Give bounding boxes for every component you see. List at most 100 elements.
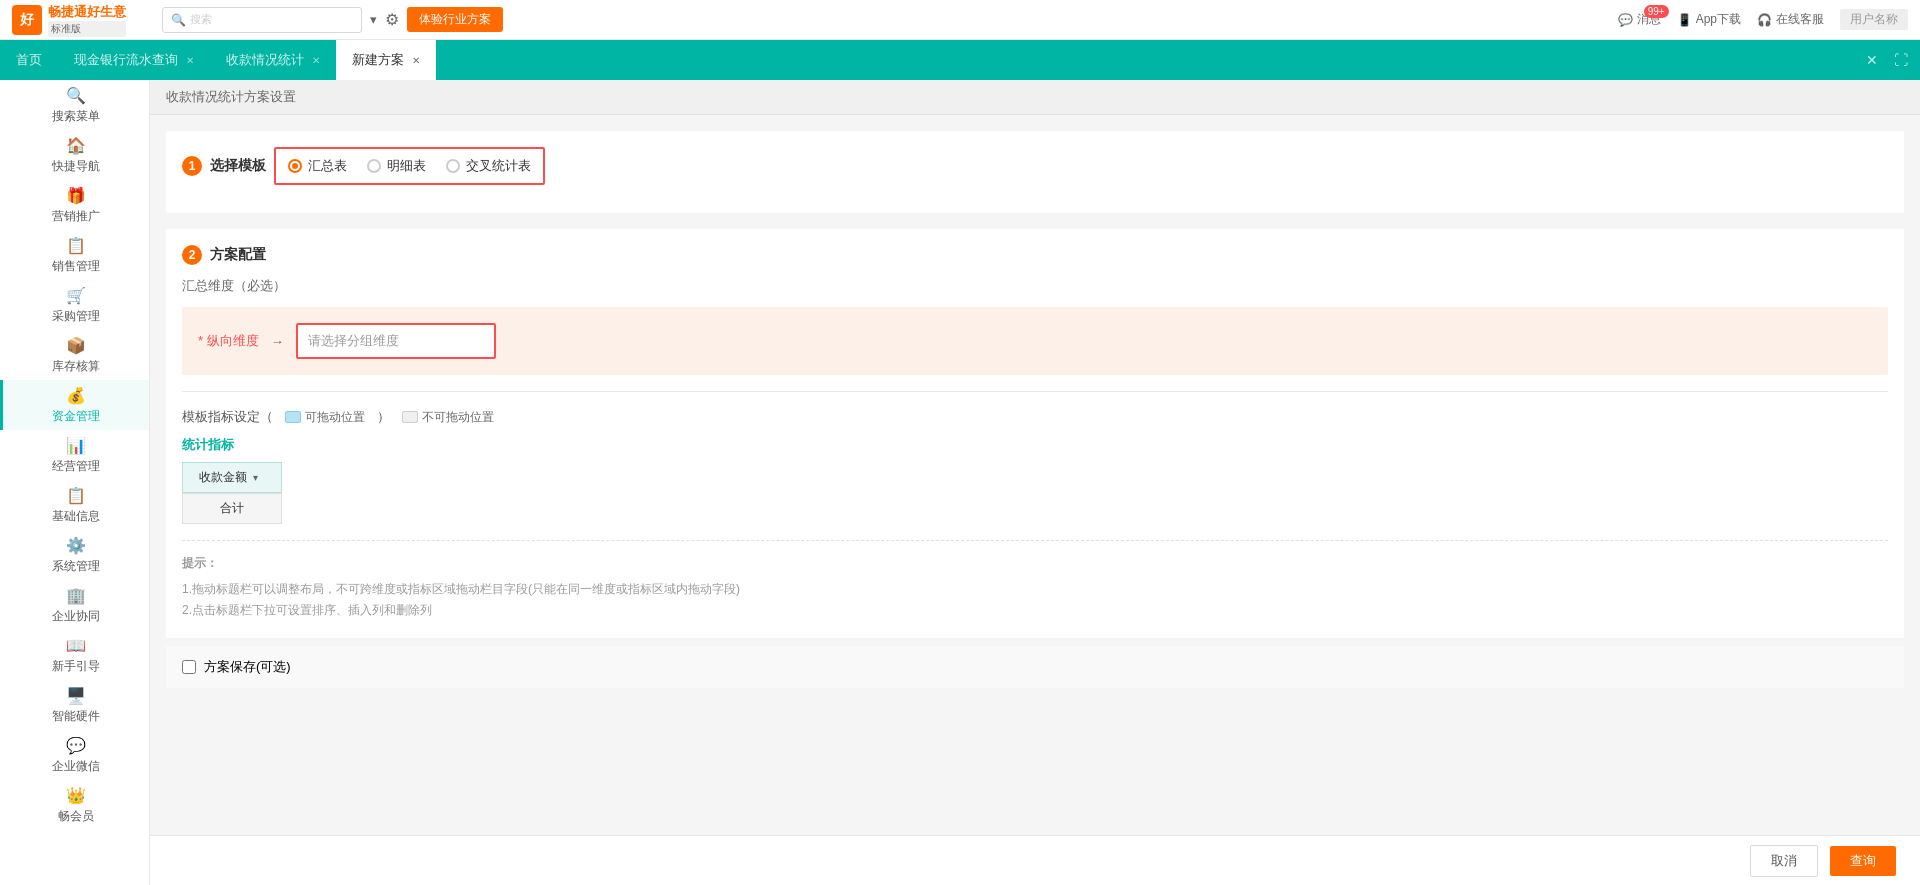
- template-select-group: 汇总表 明细表 交叉统计表: [274, 147, 545, 185]
- sidebar: 🔍 搜索菜单 🏠 快捷导航 🎁 营销推广 📋 销售管理 🛒 采购管理 📦 库存核…: [0, 80, 150, 885]
- legend-non-draggable: 不可拖动位置: [402, 409, 494, 426]
- dimension-select-placeholder: 请选择分组维度: [308, 332, 399, 350]
- message-symbol: 💬: [1618, 13, 1633, 27]
- step2-title: 方案配置: [210, 246, 266, 264]
- tab-new-plan-label: 新建方案: [352, 51, 404, 69]
- radio-summary-circle: [288, 159, 302, 173]
- metric-header: 模板指标设定（ 可拖动位置 ） 不可拖动位置: [182, 408, 1888, 426]
- sidebar-item-search[interactable]: 🔍 搜索菜单: [0, 80, 149, 130]
- query-button[interactable]: 查询: [1830, 846, 1896, 876]
- sidebar-item-inventory[interactable]: 📦 库存核算: [0, 330, 149, 380]
- metric-col1-label: 收款金额: [199, 469, 247, 486]
- dropdown-arrow[interactable]: ▾: [370, 12, 377, 27]
- sidebar-item-wechat[interactable]: 💬 企业微信: [0, 730, 149, 780]
- legend-draggable-label: 可拖动位置: [305, 409, 365, 426]
- radio-summary[interactable]: 汇总表: [288, 157, 347, 175]
- breadcrumb: 收款情况统计方案设置: [166, 89, 296, 104]
- sidebar-item-marketing[interactable]: 🎁 营销推广: [0, 180, 149, 230]
- tabs-actions: ✕ ⛶: [1862, 48, 1920, 72]
- sidebar-item-member[interactable]: 👑 畅会员: [0, 780, 149, 830]
- tab-new-plan-close[interactable]: ✕: [412, 55, 420, 66]
- message-icon[interactable]: 💬 消息 99+: [1618, 11, 1661, 28]
- radio-crosstab-circle: [446, 159, 460, 173]
- tab-cash-query[interactable]: 现金银行流水查询 ✕: [58, 40, 210, 80]
- online-service-link[interactable]: 🎧 在线客服: [1757, 11, 1824, 28]
- legend-non-draggable-label: 不可拖动位置: [422, 409, 494, 426]
- app-download-link[interactable]: 📱 App下载: [1677, 11, 1741, 28]
- sidebar-sales-label: 销售管理: [52, 258, 100, 275]
- step1-title: 选择模板: [210, 157, 266, 175]
- step2-number: 2: [182, 245, 202, 265]
- logo-icon: 好: [12, 5, 42, 35]
- legend-draggable-box: [285, 411, 301, 423]
- page-header: 收款情况统计方案设置: [150, 80, 1920, 115]
- tab-new-plan[interactable]: 新建方案 ✕: [336, 40, 436, 80]
- cart-icon: 🛒: [66, 286, 86, 305]
- search-icon: 🔍: [66, 86, 86, 105]
- sidebar-item-operations[interactable]: 📊 经营管理: [0, 430, 149, 480]
- search-bar: 🔍 搜索: [162, 7, 362, 33]
- dimension-select[interactable]: 请选择分组维度: [296, 323, 496, 359]
- settings-icon[interactable]: ⚙: [385, 10, 399, 29]
- sidebar-purchase-label: 采购管理: [52, 308, 100, 325]
- step1-header: 1 选择模板 汇总表 明细表 交叉统计表: [182, 147, 1888, 185]
- radio-detail[interactable]: 明细表: [367, 157, 426, 175]
- footer-spacer: [150, 704, 1920, 764]
- tip-label: 提示：: [182, 553, 1888, 575]
- tab-close-all[interactable]: ✕: [1862, 48, 1882, 72]
- metric-col1-header[interactable]: 收款金额 ▾: [182, 462, 282, 493]
- radio-detail-label: 明细表: [387, 157, 426, 175]
- box-icon: 📦: [66, 336, 86, 355]
- trial-button[interactable]: 体验行业方案: [407, 7, 503, 32]
- tab-home[interactable]: 首页: [0, 40, 58, 80]
- save-checkbox[interactable]: [182, 660, 196, 674]
- sidebar-item-system[interactable]: ⚙️ 系统管理: [0, 530, 149, 580]
- tips-section: 提示： 1.拖动标题栏可以调整布局，不可跨维度或指标区域拖动栏目字段(只能在同一…: [182, 540, 1888, 622]
- cancel-button[interactable]: 取消: [1750, 845, 1818, 877]
- enterprise-icon: 🏢: [66, 586, 86, 605]
- book-icon: 📖: [66, 636, 86, 655]
- content-area: 1 选择模板 汇总表 明细表 交叉统计表: [150, 115, 1920, 704]
- sidebar-hardware-label: 智能硬件: [52, 708, 100, 725]
- metric-section-title: 统计指标: [182, 436, 282, 454]
- divider: [182, 391, 1888, 392]
- sidebar-item-purchase[interactable]: 🛒 采购管理: [0, 280, 149, 330]
- step1-section: 1 选择模板 汇总表 明细表 交叉统计表: [166, 131, 1904, 213]
- tab-collection-stat-close[interactable]: ✕: [312, 55, 320, 66]
- sidebar-item-hardware[interactable]: 🖥️ 智能硬件: [0, 680, 149, 730]
- metric-settings: 模板指标设定（ 可拖动位置 ） 不可拖动位置 统计指标: [182, 408, 1888, 524]
- sidebar-item-sales[interactable]: 📋 销售管理: [0, 230, 149, 280]
- metric-col1-dropdown[interactable]: ▾: [253, 472, 258, 483]
- sidebar-finance-label: 资金管理: [52, 408, 100, 425]
- sidebar-guide-label: 新手引导: [52, 658, 100, 675]
- sidebar-basics-label: 基础信息: [52, 508, 100, 525]
- tab-collection-stat-label: 收款情况统计: [226, 51, 304, 69]
- tab-expand[interactable]: ⛶: [1890, 48, 1912, 72]
- radio-detail-circle: [367, 159, 381, 173]
- radio-crosstab[interactable]: 交叉统计表: [446, 157, 531, 175]
- tab-cash-query-close[interactable]: ✕: [186, 55, 194, 66]
- sidebar-item-basics[interactable]: 📋 基础信息: [0, 480, 149, 530]
- sidebar-enterprise-label: 企业协同: [52, 608, 100, 625]
- dimension-row: * 纵向维度 → 请选择分组维度: [198, 323, 1872, 359]
- chart-icon: 📊: [66, 436, 86, 455]
- step1-number: 1: [182, 156, 202, 176]
- sidebar-search-label: 搜索菜单: [52, 108, 100, 125]
- header-right: 💬 消息 99+ 📱 App下载 🎧 在线客服 用户名称: [1618, 9, 1908, 30]
- footer: 取消 查询: [150, 835, 1920, 885]
- sidebar-quicknav-label: 快捷导航: [52, 158, 100, 175]
- tab-collection-stat[interactable]: 收款情况统计 ✕: [210, 40, 336, 80]
- app-download-label: App下载: [1696, 11, 1741, 28]
- sidebar-item-guide[interactable]: 📖 新手引导: [0, 630, 149, 680]
- legend-non-draggable-box: [402, 411, 418, 423]
- sidebar-item-quicknav[interactable]: 🏠 快捷导航: [0, 130, 149, 180]
- arrow-separator: →: [271, 334, 284, 349]
- hardware-icon: 🖥️: [66, 686, 86, 705]
- dimension-area: * 纵向维度 → 请选择分组维度: [182, 307, 1888, 375]
- tab-bar: 首页 现金银行流水查询 ✕ 收款情况统计 ✕ 新建方案 ✕ ✕ ⛶: [0, 40, 1920, 80]
- header-search: 🔍 搜索 ▾ ⚙ 体验行业方案: [162, 7, 1618, 33]
- sidebar-item-enterprise[interactable]: 🏢 企业协同: [0, 580, 149, 630]
- sidebar-inventory-label: 库存核算: [52, 358, 100, 375]
- sales-icon: 📋: [66, 236, 86, 255]
- sidebar-item-finance[interactable]: 💰 资金管理: [0, 380, 149, 430]
